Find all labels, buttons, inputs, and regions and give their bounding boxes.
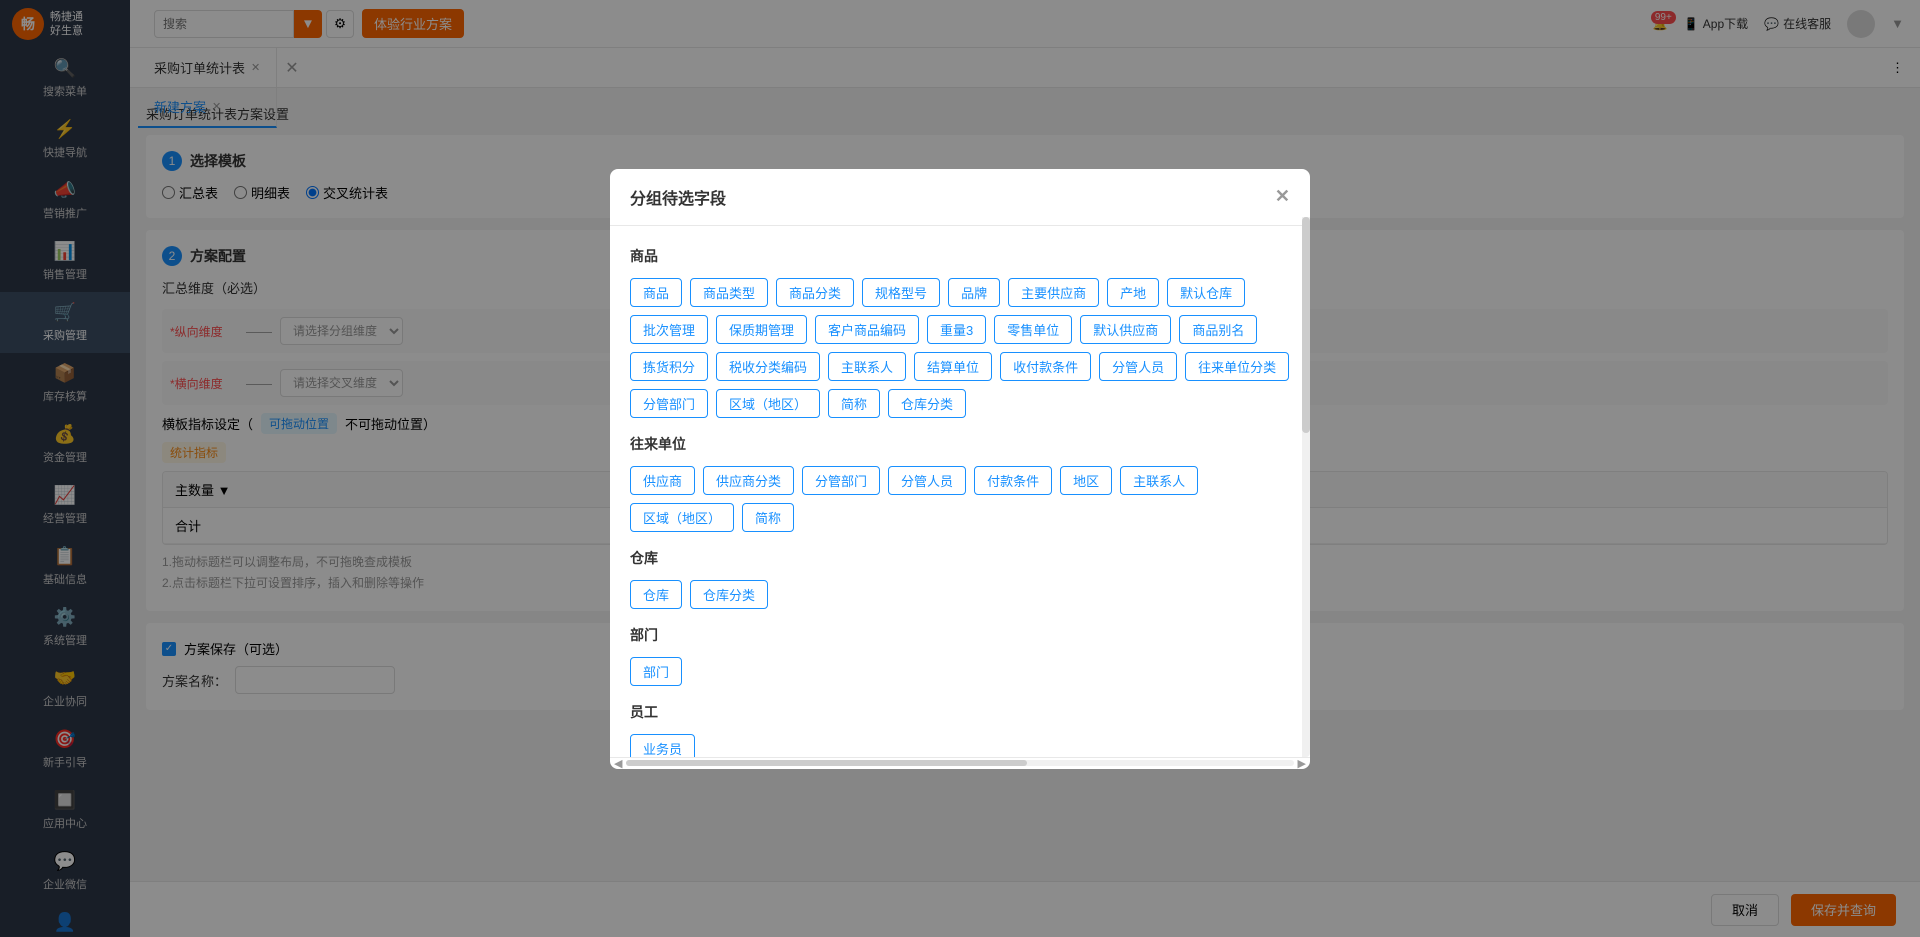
modal-vscroll-thumb [1302, 217, 1310, 433]
modal-dialog: 分组待选字段 ✕ 商品商品商品类型商品分类规格型号品牌主要供应商产地默认仓库批次… [610, 169, 1310, 769]
field-tag-1-3[interactable]: 分管人员 [888, 466, 966, 495]
field-tag-1-6[interactable]: 主联系人 [1120, 466, 1198, 495]
modal-group-fields-4: 业务员 [630, 734, 1290, 757]
modal-group-fields-3: 部门 [630, 657, 1290, 686]
field-tag-1-8[interactable]: 简称 [742, 503, 794, 532]
field-tag-0-6[interactable]: 产地 [1107, 278, 1159, 307]
field-tag-0-12[interactable]: 零售单位 [994, 315, 1072, 344]
field-tag-0-7[interactable]: 默认仓库 [1167, 278, 1245, 307]
field-tag-1-7[interactable]: 区域（地区） [630, 503, 734, 532]
modal-close-button[interactable]: ✕ [1275, 186, 1290, 207]
hscroll-track [626, 760, 1293, 766]
field-tag-0-25[interactable]: 仓库分类 [888, 389, 966, 418]
field-tag-0-17[interactable]: 主联系人 [828, 352, 906, 381]
modal-group-fields-2: 仓库仓库分类 [630, 580, 1290, 609]
field-tag-1-2[interactable]: 分管部门 [802, 466, 880, 495]
modal-group-fields-1: 供应商供应商分类分管部门分管人员付款条件地区主联系人区域（地区） 简称 [630, 466, 1290, 532]
field-tag-0-9[interactable]: 保质期管理 [716, 315, 807, 344]
modal-vscroll-track [1302, 217, 1310, 757]
field-tag-0-22[interactable]: 分管部门 [630, 389, 708, 418]
field-tag-2-1[interactable]: 仓库分类 [690, 580, 768, 609]
modal-group-title-3: 部门 [630, 625, 1290, 645]
field-tag-0-1[interactable]: 商品类型 [690, 278, 768, 307]
field-tag-0-20[interactable]: 分管人员 [1099, 352, 1177, 381]
modal-overlay: 分组待选字段 ✕ 商品商品商品类型商品分类规格型号品牌主要供应商产地默认仓库批次… [0, 0, 1920, 937]
field-tag-0-15[interactable]: 拣货积分 [630, 352, 708, 381]
modal-body: 商品商品商品类型商品分类规格型号品牌主要供应商产地默认仓库批次管理保质期管理客户… [610, 226, 1310, 757]
field-tag-0-5[interactable]: 主要供应商 [1008, 278, 1099, 307]
field-tag-0-18[interactable]: 结算单位 [914, 352, 992, 381]
field-tag-0-0[interactable]: 商品 [630, 278, 682, 307]
field-tag-4-0[interactable]: 业务员 [630, 734, 695, 757]
field-tag-0-21[interactable]: 往来单位分类 [1185, 352, 1289, 381]
field-tag-0-19[interactable]: 收付款条件 [1000, 352, 1091, 381]
field-tag-0-11[interactable]: 重量3 [927, 315, 986, 344]
hscroll-thumb [626, 760, 1026, 766]
modal-group-fields-0: 商品商品类型商品分类规格型号品牌主要供应商产地默认仓库批次管理保质期管理客户商品… [630, 278, 1290, 418]
modal-group-title-2: 仓库 [630, 548, 1290, 568]
modal-group-title-4: 员工 [630, 702, 1290, 722]
field-tag-0-4[interactable]: 品牌 [948, 278, 1000, 307]
field-tag-0-23[interactable]: 区域（地区） [716, 389, 820, 418]
field-tag-0-14[interactable]: 商品别名 [1179, 315, 1257, 344]
modal-hscroll: ◀ ▶ [610, 757, 1310, 769]
modal-title: 分组待选字段 [630, 185, 726, 209]
field-tag-3-0[interactable]: 部门 [630, 657, 682, 686]
field-tag-1-5[interactable]: 地区 [1060, 466, 1112, 495]
field-tag-1-4[interactable]: 付款条件 [974, 466, 1052, 495]
modal-group-title-0: 商品 [630, 246, 1290, 266]
field-tag-0-8[interactable]: 批次管理 [630, 315, 708, 344]
field-tag-0-24[interactable]: 简称 [828, 389, 880, 418]
modal-group-title-1: 往来单位 [630, 434, 1290, 454]
field-tag-0-13[interactable]: 默认供应商 [1080, 315, 1171, 344]
field-tag-0-16[interactable]: 税收分类编码 [716, 352, 820, 381]
field-tag-1-1[interactable]: 供应商分类 [703, 466, 794, 495]
field-tag-0-2[interactable]: 商品分类 [776, 278, 854, 307]
field-tag-2-0[interactable]: 仓库 [630, 580, 682, 609]
field-tag-1-0[interactable]: 供应商 [630, 466, 695, 495]
field-tag-0-3[interactable]: 规格型号 [862, 278, 940, 307]
field-tag-0-10[interactable]: 客户商品编码 [815, 315, 919, 344]
modal-header: 分组待选字段 ✕ [610, 169, 1310, 226]
